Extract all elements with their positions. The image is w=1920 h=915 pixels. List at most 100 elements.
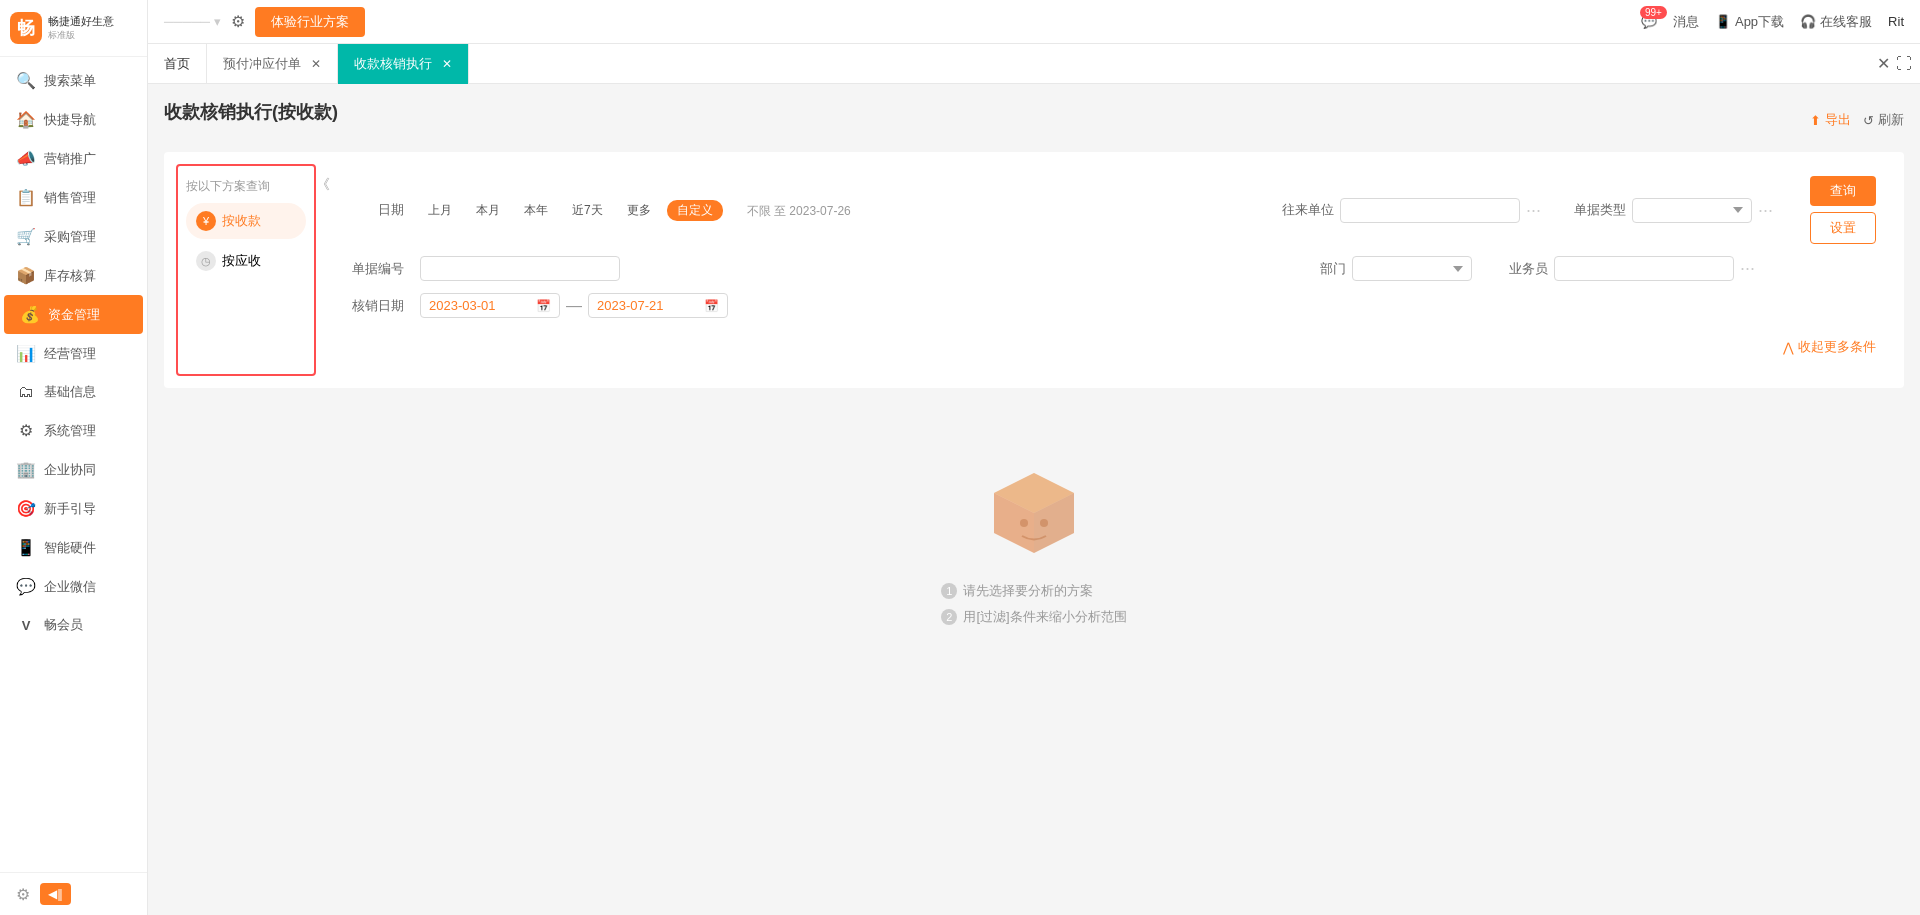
date-quick-options: 上月 本月 本年 近7天 更多 自定义 — [420, 200, 723, 221]
sidebar-label-search: 搜索菜单 — [44, 72, 96, 90]
staff-more-icon[interactable]: ··· — [1740, 258, 1764, 279]
sidebar-item-marketing[interactable]: 📣 营销推广 — [0, 139, 147, 178]
sidebar-label-guide: 新手引导 — [44, 500, 96, 518]
date-btn-this-year[interactable]: 本年 — [516, 200, 556, 221]
close-window-icon[interactable]: ✕ — [1877, 54, 1890, 73]
filter-option-by-receivable[interactable]: ◷ 按应收 — [186, 243, 306, 279]
sidebar-item-enterprise[interactable]: 🏢 企业协同 — [0, 450, 147, 489]
sidebar-item-guide[interactable]: 🎯 新手引导 — [0, 489, 147, 528]
industry-solution-button[interactable]: 体验行业方案 — [255, 7, 365, 37]
staff-input[interactable] — [1554, 256, 1734, 281]
sidebar-item-purchase[interactable]: 🛒 采购管理 — [0, 217, 147, 256]
verify-date-start-value: 2023-03-01 — [429, 298, 496, 313]
app-download-link[interactable]: 📱 App下载 — [1715, 13, 1784, 31]
sidebar-nav: 🔍 搜索菜单 🏠 快捷导航 📣 营销推广 📋 销售管理 🛒 采购管理 📦 库存核… — [0, 57, 147, 872]
filter-row-2: 单据编号 部门 业务员 — [352, 256, 1876, 281]
sidebar-bottom: ⚙ ◀‖ — [0, 872, 147, 915]
query-button[interactable]: 查询 — [1810, 176, 1876, 206]
sidebar-item-basic[interactable]: 🗂 基础信息 — [0, 373, 147, 411]
empty-state: 1 请先选择要分析的方案 2 用[过滤]条件来缩小分析范围 — [164, 388, 1904, 710]
empty-step-2: 2 用[过滤]条件来缩小分析范围 — [941, 604, 1126, 630]
sidebar-label-quicknav: 快捷导航 — [44, 111, 96, 129]
filter-option-by-receipt[interactable]: ¥ 按收款 — [186, 203, 306, 239]
verify-date-end-input[interactable]: 2023-07-21 📅 — [588, 293, 728, 318]
svg-point-4 — [1020, 519, 1028, 527]
receipt-option-label: 按收款 — [222, 212, 261, 230]
sidebar-item-hardware[interactable]: 📱 智能硬件 — [0, 528, 147, 567]
unit-input[interactable] — [1340, 198, 1520, 223]
message-icon[interactable]: 💬 99+ — [1641, 14, 1657, 29]
refresh-button[interactable]: ↺ 刷新 — [1863, 111, 1904, 129]
user-name: Rit — [1888, 14, 1904, 29]
date-btn-this-month[interactable]: 本月 — [468, 200, 508, 221]
date-unlimited-text: 不限 至 2023-07-26 — [747, 204, 851, 218]
calendar-end-icon: 📅 — [704, 299, 719, 313]
unit-more-icon[interactable]: ··· — [1526, 200, 1550, 221]
sidebar-label-sales: 销售管理 — [44, 189, 96, 207]
date-separator: — — [566, 297, 582, 315]
export-button[interactable]: ⬆ 导出 — [1810, 111, 1851, 129]
headset-icon: 🎧 — [1800, 14, 1816, 29]
tab-prepay-close-icon[interactable]: ✕ — [311, 57, 321, 71]
finance-icon: 💰 — [20, 305, 40, 324]
tabbar: 首页 预付冲应付单 ✕ 收款核销执行 ✕ ✕ ⛶ — [148, 44, 1920, 84]
unit-label: 往来单位 — [1282, 201, 1334, 219]
verify-date-range: 2023-03-01 📅 — 2023-07-21 📅 — [420, 293, 728, 318]
sidebar-item-finance[interactable]: 💰 资金管理 — [4, 295, 143, 334]
doc-type-select[interactable] — [1632, 198, 1752, 223]
online-service-link[interactable]: 🎧 在线客服 — [1800, 13, 1872, 31]
sidebar-item-wechat[interactable]: 💬 企业微信 — [0, 567, 147, 606]
receipt-option-icon: ¥ — [196, 211, 216, 231]
page-header: 收款核销执行(按收款) ⬆ 导出 ↺ 刷新 — [164, 100, 1904, 140]
sidebar-item-member[interactable]: V 畅会员 — [0, 606, 147, 644]
tab-prepay[interactable]: 预付冲应付单 ✕ — [207, 44, 338, 84]
collapse-sidebar-button[interactable]: ◀‖ — [40, 883, 71, 905]
verify-date-start-input[interactable]: 2023-03-01 📅 — [420, 293, 560, 318]
tab-receipt-close-icon[interactable]: ✕ — [442, 57, 452, 71]
staff-label: 业务员 — [1496, 260, 1548, 278]
date-btn-more[interactable]: 更多 — [619, 200, 659, 221]
step-num-1: 1 — [941, 583, 957, 599]
inventory-icon: 📦 — [16, 266, 36, 285]
dept-select[interactable] — [1352, 256, 1472, 281]
export-icon: ⬆ — [1810, 113, 1821, 128]
tab-receipt[interactable]: 收款核销执行 ✕ — [338, 44, 469, 84]
sidebar-label-member: 畅会员 — [44, 616, 83, 634]
sidebar-item-operations[interactable]: 📊 经营管理 — [0, 334, 147, 373]
action-buttons: 查询 设置 — [1810, 176, 1876, 244]
phone-icon: 📱 — [1715, 14, 1731, 29]
sidebar-label-hardware: 智能硬件 — [44, 539, 96, 557]
date-btn-7days[interactable]: 近7天 — [564, 200, 611, 221]
sidebar-label-inventory: 库存核算 — [44, 267, 96, 285]
sidebar-item-sales[interactable]: 📋 销售管理 — [0, 178, 147, 217]
filter-panel-collapse-button[interactable]: 《 — [316, 164, 336, 376]
page-title: 收款核销执行(按收款) — [164, 100, 338, 124]
wechat-icon: 💬 — [16, 577, 36, 596]
settings-icon[interactable]: ⚙ — [16, 885, 30, 904]
sidebar-item-search[interactable]: 🔍 搜索菜单 — [0, 61, 147, 100]
settings-button[interactable]: 设置 — [1810, 212, 1876, 244]
chevron-down-icon[interactable]: ▾ — [214, 14, 221, 29]
svg-point-5 — [1040, 519, 1048, 527]
filter-sidebar-title: 按以下方案查询 — [186, 178, 306, 195]
sidebar-label-wechat: 企业微信 — [44, 578, 96, 596]
doc-no-input[interactable] — [420, 256, 620, 281]
sidebar-item-system[interactable]: ⚙ 系统管理 — [0, 411, 147, 450]
marketing-icon: 📣 — [16, 149, 36, 168]
tab-receipt-label: 收款核销执行 — [354, 55, 432, 73]
basic-icon: 🗂 — [16, 383, 36, 401]
collapse-more-button[interactable]: ⋀ 收起更多条件 — [352, 330, 1876, 364]
doc-type-more-icon[interactable]: ··· — [1758, 200, 1782, 221]
date-btn-last-month[interactable]: 上月 — [420, 200, 460, 221]
maximize-icon[interactable]: ⛶ — [1896, 55, 1912, 73]
sidebar-item-quicknav[interactable]: 🏠 快捷导航 — [0, 100, 147, 139]
tab-home[interactable]: 首页 — [148, 44, 207, 84]
topbar-gear-icon[interactable]: ⚙ — [231, 12, 245, 31]
member-icon: V — [16, 618, 36, 633]
step-num-2: 2 — [941, 609, 957, 625]
sidebar-label-finance: 资金管理 — [48, 306, 100, 324]
date-btn-custom[interactable]: 自定义 — [667, 200, 723, 221]
operations-icon: 📊 — [16, 344, 36, 363]
verify-date-end-value: 2023-07-21 — [597, 298, 664, 313]
sidebar-item-inventory[interactable]: 📦 库存核算 — [0, 256, 147, 295]
